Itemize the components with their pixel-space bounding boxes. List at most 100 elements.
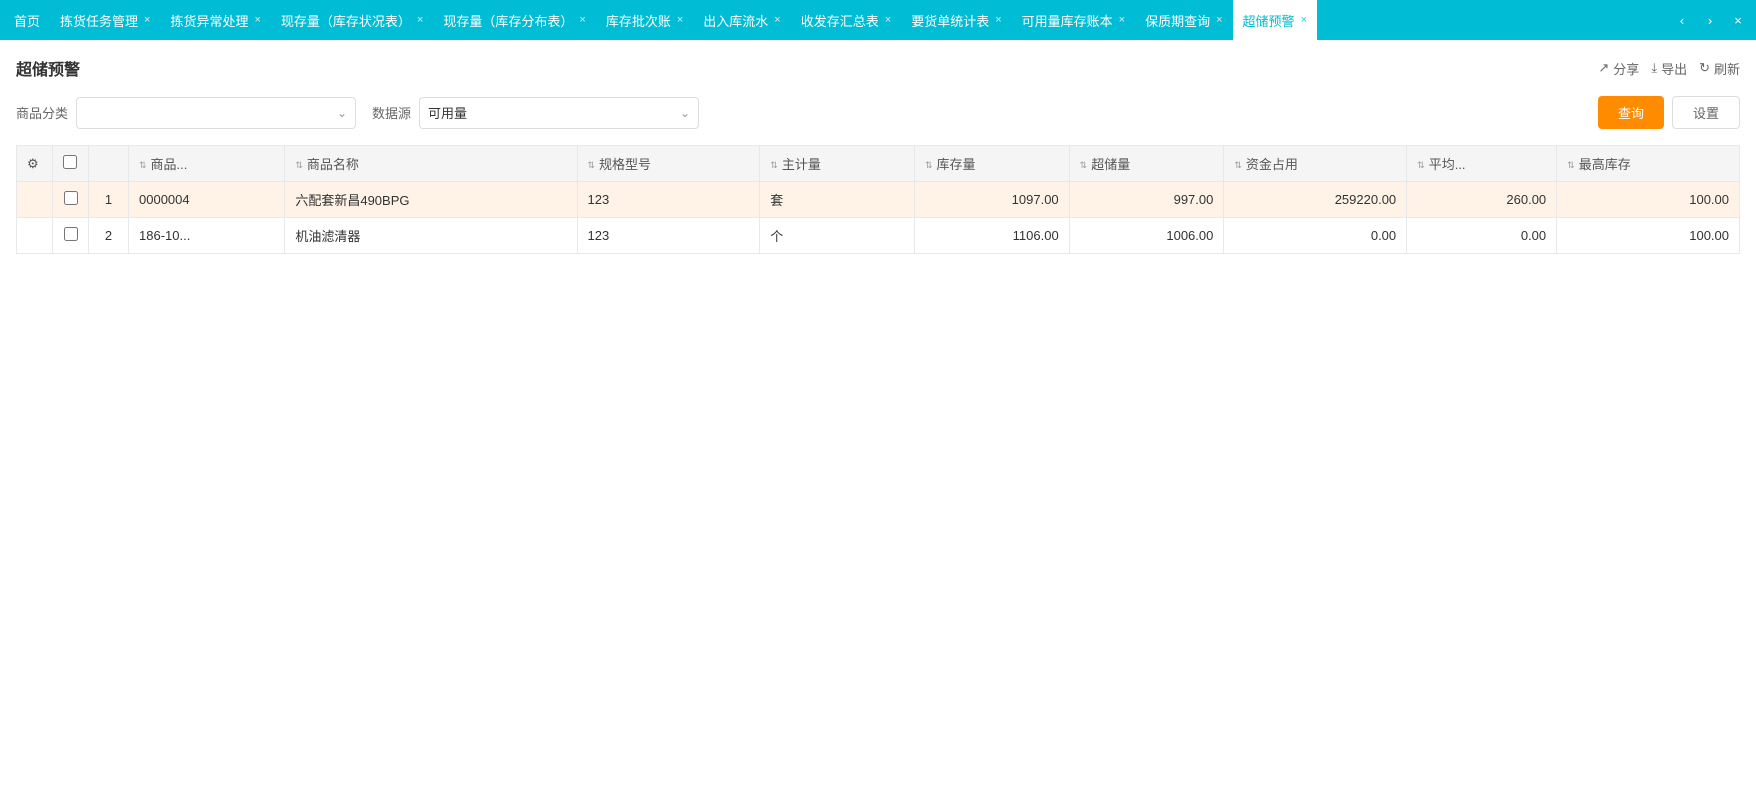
nav-item-home[interactable]: 首页 bbox=[4, 0, 50, 40]
nav-item-label: 收发存汇总表 bbox=[801, 11, 879, 30]
row-stock: 1106.00 bbox=[914, 218, 1069, 254]
settings-button[interactable]: 设置 bbox=[1672, 96, 1740, 129]
row-name: 机油滤清器 bbox=[285, 218, 577, 254]
nav-item-stock-status[interactable]: 现存量（库存状况表） × bbox=[271, 0, 433, 40]
share-button[interactable]: ↗ 分享 bbox=[1598, 59, 1639, 78]
category-select[interactable]: ⌄ bbox=[76, 97, 356, 129]
row-num: 2 bbox=[89, 218, 129, 254]
row-avg: 260.00 bbox=[1407, 182, 1557, 218]
row-code: 0000004 bbox=[129, 182, 285, 218]
row-max-stock: 100.00 bbox=[1557, 218, 1740, 254]
share-icon: ↗ bbox=[1598, 60, 1609, 76]
nav-item-label: 要货单统计表 bbox=[911, 11, 989, 30]
row-spec: 123 bbox=[577, 182, 760, 218]
nav-arrow-more[interactable]: × bbox=[1724, 0, 1752, 40]
th-avg[interactable]: ⇅平均... bbox=[1407, 146, 1557, 182]
nav-item-avail-ledger[interactable]: 可用量库存账本 × bbox=[1012, 0, 1135, 40]
row-code: 186-10... bbox=[129, 218, 285, 254]
row-max-stock: 100.00 bbox=[1557, 182, 1740, 218]
nav-item-close[interactable]: × bbox=[417, 14, 423, 26]
query-button[interactable]: 查询 bbox=[1598, 96, 1664, 129]
th-name[interactable]: ⇅商品名称 bbox=[285, 146, 577, 182]
table-row: 2186-10...机油滤清器123个1106.001006.000.000.0… bbox=[17, 218, 1740, 254]
nav-item-overstock-alert[interactable]: 超储预警 × bbox=[1233, 0, 1317, 40]
row-name: 六配套新昌490BPG bbox=[285, 182, 577, 218]
row-capital: 0.00 bbox=[1224, 218, 1407, 254]
datasource-select[interactable]: 可用量 ⌄ bbox=[419, 97, 699, 129]
th-code[interactable]: ⇅商品... bbox=[129, 146, 285, 182]
nav-item-collect[interactable]: 收发存汇总表 × bbox=[791, 0, 901, 40]
nav-item-batch[interactable]: 库存批次账 × bbox=[596, 0, 693, 40]
sort-icon-avg: ⇅ bbox=[1417, 161, 1425, 170]
nav-item-label: 可用量库存账本 bbox=[1022, 11, 1113, 30]
refresh-button[interactable]: ↻ 刷新 bbox=[1699, 59, 1740, 78]
row-gear-cell bbox=[17, 218, 53, 254]
nav-item-close[interactable]: × bbox=[995, 14, 1001, 26]
table-header: ⚙ ⇅商品... ⇅商品名称 ⇅规格型号 ⇅主计量 ⇅库存量 bbox=[17, 146, 1740, 182]
nav-item-close[interactable]: × bbox=[1216, 14, 1222, 26]
table-row: 10000004六配套新昌490BPG123套1097.00997.002592… bbox=[17, 182, 1740, 218]
nav-item-close[interactable]: × bbox=[254, 14, 260, 26]
nav-item-close[interactable]: × bbox=[774, 14, 780, 26]
sort-icon-capital: ⇅ bbox=[1234, 161, 1242, 170]
nav-item-label: 库存批次账 bbox=[606, 11, 671, 30]
datasource-label: 数据源 bbox=[372, 103, 411, 122]
datasource-value: 可用量 bbox=[428, 103, 467, 122]
nav-item-label: 现存量（库存状况表） bbox=[281, 11, 411, 30]
nav-item-close[interactable]: × bbox=[885, 14, 891, 26]
nav-item-label: 拣货任务管理 bbox=[60, 11, 138, 30]
nav-item-close[interactable]: × bbox=[144, 14, 150, 26]
category-label: 商品分类 bbox=[16, 103, 68, 122]
th-stock[interactable]: ⇅库存量 bbox=[914, 146, 1069, 182]
refresh-icon: ↻ bbox=[1699, 60, 1710, 76]
category-filter: 商品分类 ⌄ bbox=[16, 97, 356, 129]
row-overstock: 1006.00 bbox=[1069, 218, 1224, 254]
nav-item-stock-dist[interactable]: 现存量（库存分布表） × bbox=[433, 0, 595, 40]
row-num: 1 bbox=[89, 182, 129, 218]
nav-item-inout[interactable]: 出入库流水 × bbox=[693, 0, 790, 40]
export-icon: ⤓ bbox=[1651, 60, 1657, 76]
row-capital: 259220.00 bbox=[1224, 182, 1407, 218]
th-spec[interactable]: ⇅规格型号 bbox=[577, 146, 760, 182]
page-title: 超储预警 bbox=[16, 56, 80, 80]
nav-item-abnormal[interactable]: 拣货异常处理 × bbox=[160, 0, 270, 40]
row-checkbox[interactable] bbox=[64, 227, 78, 241]
th-gear[interactable]: ⚙ bbox=[17, 146, 53, 182]
sort-icon-name: ⇅ bbox=[295, 161, 303, 170]
select-all-checkbox[interactable] bbox=[63, 155, 77, 169]
nav-arrow-right[interactable]: › bbox=[1696, 0, 1724, 40]
nav-item-close[interactable]: × bbox=[1301, 14, 1307, 26]
sort-icon-max-stock: ⇅ bbox=[1567, 161, 1575, 170]
header-actions: ↗ 分享 ⤓ 导出 ↻ 刷新 bbox=[1598, 59, 1740, 78]
page-content: 超储预警 ↗ 分享 ⤓ 导出 ↻ 刷新 商品分类 ⌄ 数据源 bbox=[0, 40, 1756, 800]
nav-item-label: 保质期查询 bbox=[1145, 11, 1210, 30]
row-unit: 套 bbox=[760, 182, 915, 218]
th-num bbox=[89, 146, 129, 182]
nav-item-order-stat[interactable]: 要货单统计表 × bbox=[901, 0, 1011, 40]
th-unit[interactable]: ⇅主计量 bbox=[760, 146, 915, 182]
filter-actions: 查询 设置 bbox=[1598, 96, 1740, 129]
nav-item-close[interactable]: × bbox=[1119, 14, 1125, 26]
th-capital[interactable]: ⇅资金占用 bbox=[1224, 146, 1407, 182]
nav-item-close[interactable]: × bbox=[579, 14, 585, 26]
th-max-stock[interactable]: ⇅最高库存 bbox=[1557, 146, 1740, 182]
datasource-filter: 数据源 可用量 ⌄ bbox=[372, 97, 699, 129]
row-avg: 0.00 bbox=[1407, 218, 1557, 254]
row-checkbox-cell bbox=[53, 218, 89, 254]
nav-item-task-mgmt[interactable]: 拣货任务管理 × bbox=[50, 0, 160, 40]
category-select-arrow: ⌄ bbox=[337, 106, 347, 120]
row-checkbox-cell bbox=[53, 182, 89, 218]
nav-arrow-left[interactable]: ‹ bbox=[1668, 0, 1696, 40]
row-checkbox[interactable] bbox=[64, 191, 78, 205]
nav-item-expiry[interactable]: 保质期查询 × bbox=[1135, 0, 1232, 40]
nav-item-label: 超储预警 bbox=[1243, 11, 1295, 30]
nav-item-label: 出入库流水 bbox=[703, 11, 768, 30]
nav-item-label: 拣货异常处理 bbox=[170, 11, 248, 30]
export-button[interactable]: ⤓ 导出 bbox=[1651, 59, 1687, 78]
row-unit: 个 bbox=[760, 218, 915, 254]
row-spec: 123 bbox=[577, 218, 760, 254]
sort-icon-spec: ⇅ bbox=[588, 161, 596, 170]
nav-item-close[interactable]: × bbox=[677, 14, 683, 26]
th-overstock[interactable]: ⇅超储量 bbox=[1069, 146, 1224, 182]
nav-item-label: 现存量（库存分布表） bbox=[443, 11, 573, 30]
